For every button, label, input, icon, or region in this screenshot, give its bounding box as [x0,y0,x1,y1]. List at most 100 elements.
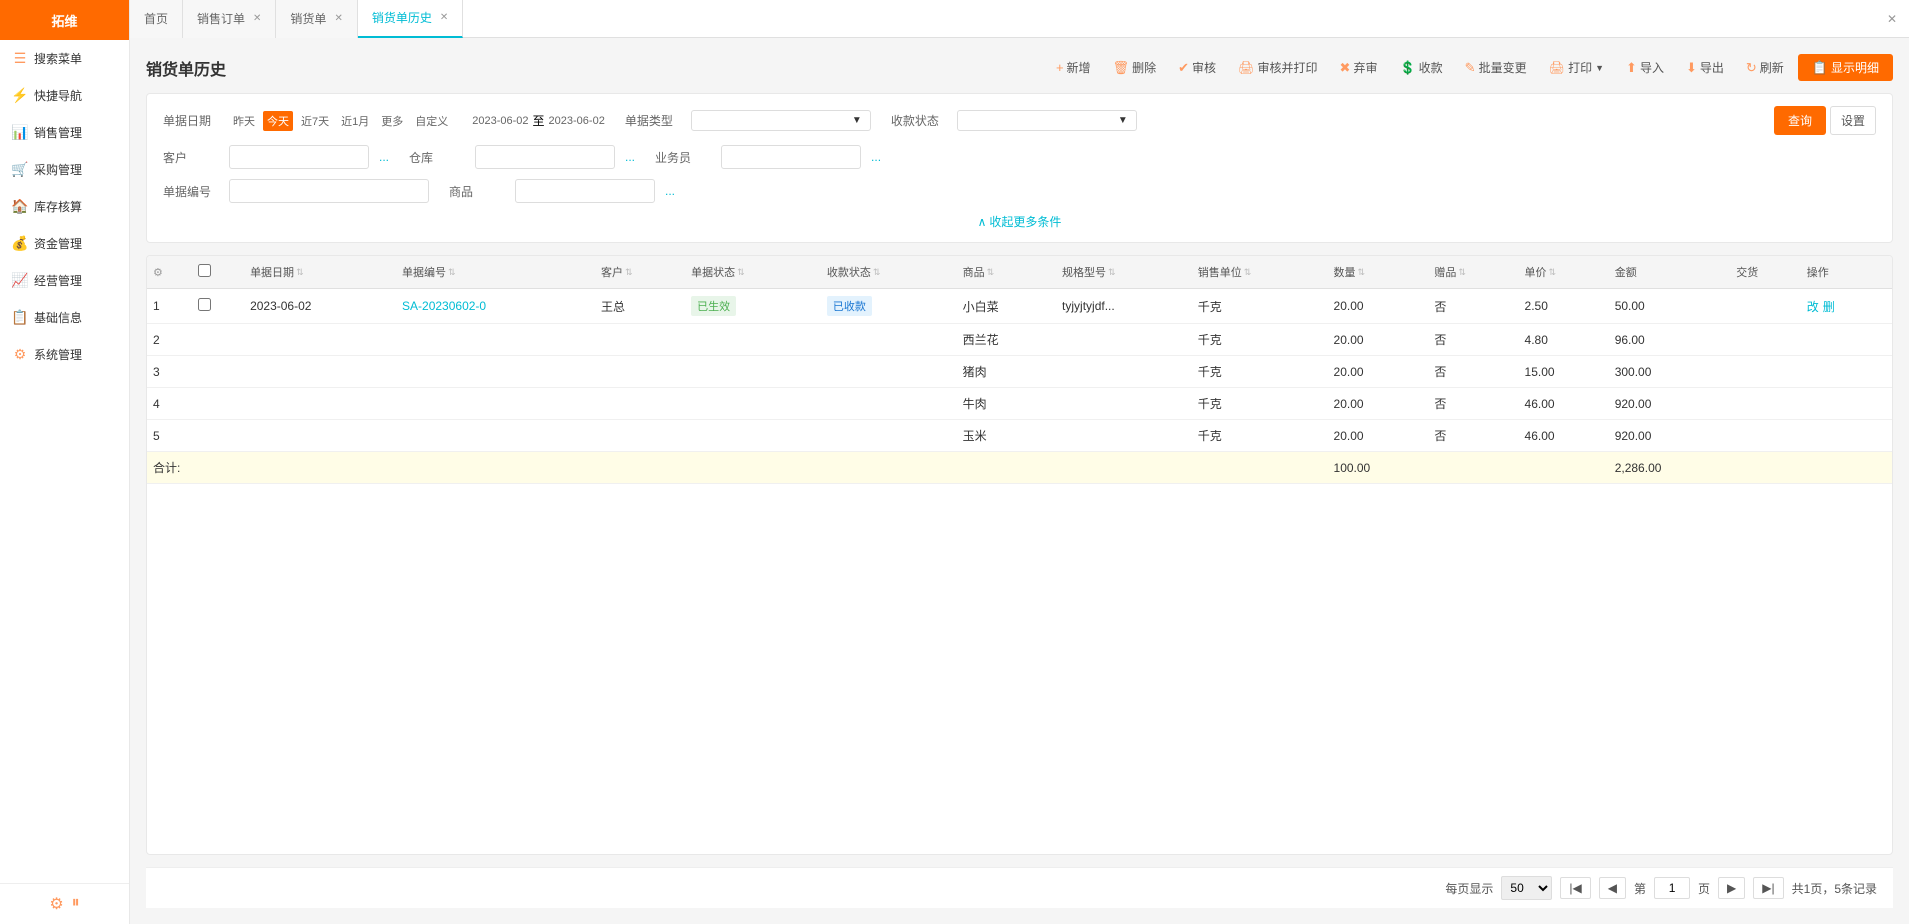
settings-col-icon[interactable]: ⚙ [153,267,163,279]
tab-sales-history[interactable]: 销货单历史 ✕ [358,0,463,38]
shortcut-today[interactable]: 今天 [263,111,293,131]
sidebar-item-ops-mgmt[interactable]: 📈 经营管理 [0,262,129,299]
settings-button[interactable]: 设置 [1830,106,1876,135]
per-page-select[interactable]: 10 50 100 [1501,876,1552,900]
sort-sales-unit[interactable]: 销售单位⇅ [1198,264,1252,280]
warehouse-input[interactable] [475,145,615,169]
sidebar-item-basic-info[interactable]: 📋 基础信息 [0,299,129,336]
page-number-input[interactable] [1654,877,1690,899]
cell-amount-2: 300.00 [1609,356,1731,388]
customer-dots[interactable]: ... [379,150,389,164]
tab-sales-goods[interactable]: 销货单 ✕ [276,0,357,38]
doc-no-input[interactable] [229,179,429,203]
tab-sales-order-close[interactable]: ✕ [253,13,261,24]
tab-sales-goods-close[interactable]: ✕ [334,13,342,24]
sidebar-item-sales-mgmt[interactable]: 📊 销售管理 [0,114,129,151]
salesman-dots[interactable]: ... [871,150,881,164]
tab-sales-order-label: 销售订单 [197,10,245,27]
page-title: 销货单历史 [146,56,226,80]
sidebar-item-purchase-mgmt[interactable]: 🛒 采购管理 [0,151,129,188]
shortcut-yesterday[interactable]: 昨天 [229,111,259,131]
cell-gift-4: 否 [1428,420,1518,452]
shortcut-more[interactable]: 更多 [377,111,407,131]
tab-home[interactable]: 首页 [130,0,183,38]
next-page-button[interactable]: ▶ [1718,877,1745,899]
refresh-button[interactable]: ↻ 刷新 [1738,55,1792,80]
collapse-filter-button[interactable]: ∧ 收起更多条件 [163,213,1876,230]
doc-type-select[interactable]: ▼ [691,110,871,131]
footer-total-label: 合计: [147,452,244,484]
sort-goods[interactable]: 商品⇅ [963,264,995,280]
collect-button[interactable]: 💲 收款 [1391,55,1450,80]
filter-section: 单据日期 昨天 今天 近7天 近1月 更多 自定义 2023-06-02 [146,93,1893,243]
sidebar-item-quick-nav[interactable]: ⚡ 快捷导航 [0,77,129,114]
goods-dots[interactable]: ... [665,184,675,198]
sidebar-settings-icon[interactable]: ⚙ [49,894,63,914]
sidebar-pause-icon[interactable]: ⏸ [72,894,80,914]
export-button[interactable]: ⬇ 导出 [1678,55,1732,80]
query-button[interactable]: 查询 [1774,106,1826,135]
cell-checkbox-4[interactable] [192,420,244,452]
refresh-label: 刷新 [1760,59,1784,76]
sort-unit-price[interactable]: 单价⇅ [1525,264,1557,280]
delete-op-btn[interactable]: 删 [1823,300,1835,314]
select-all-checkbox[interactable] [198,264,211,277]
shortcut-7days[interactable]: 近7天 [297,111,333,131]
cell-checkbox-0[interactable] [192,289,244,324]
salesman-input[interactable] [721,145,861,169]
tab-bar: 首页 销售订单 ✕ 销货单 ✕ 销货单历史 ✕ ✕ [130,0,1909,38]
show-detail-button[interactable]: 📋 显示明细 [1798,54,1893,81]
sidebar-item-finance-mgmt[interactable]: 💰 资金管理 [0,225,129,262]
first-page-button[interactable]: |◀ [1560,877,1590,899]
doc-no-link[interactable]: SA-20230602-0 [402,299,486,313]
cell-checkbox-1[interactable] [192,324,244,356]
table-footer-row: 合计: 100.00 2,286.00 [147,452,1892,484]
collect-status-dropdown-icon: ▼ [1118,115,1128,126]
row-checkbox[interactable] [198,298,211,311]
warehouse-dots[interactable]: ... [625,150,635,164]
tab-sales-order[interactable]: 销售订单 ✕ [183,0,276,38]
sidebar-item-search-menu[interactable]: ☰ 搜索菜单 [0,40,129,77]
cell-goods-3: 牛肉 [957,388,1056,420]
cell-checkbox-2[interactable] [192,356,244,388]
cell-checkbox-3[interactable] [192,388,244,420]
cell-action-2 [1801,356,1892,388]
delete-icon: 🗑 [1113,60,1130,76]
sort-doc-no[interactable]: 单据编号⇅ [402,264,456,280]
th-settings[interactable]: ⚙ [147,256,192,289]
sort-doc-date[interactable]: 单据日期⇅ [250,264,304,280]
audit-print-button[interactable]: 🖨 审核并打印 [1230,55,1326,80]
import-button[interactable]: ⬆ 导入 [1618,55,1672,80]
sort-collect-status[interactable]: 收款状态⇅ [827,264,881,280]
sort-doc-status[interactable]: 单据状态⇅ [691,264,745,280]
cell-amount-4: 920.00 [1609,420,1731,452]
collect-label: 收款 [1419,59,1443,76]
collect-status-select[interactable]: ▼ [957,110,1137,131]
sort-spec-type[interactable]: 规格型号⇅ [1062,264,1116,280]
delete-button[interactable]: 🗑 删除 [1105,55,1165,80]
sort-gift[interactable]: 赠品⇅ [1434,264,1466,280]
print-button[interactable]: 🖨 打印 ▼ [1541,55,1612,80]
edit-op-btn[interactable]: 改 [1807,300,1819,314]
customer-input[interactable] [229,145,369,169]
prev-page-button[interactable]: ◀ [1599,877,1626,899]
cell-customer-2 [595,356,685,388]
abandon-button[interactable]: ✖ 弃审 [1332,55,1386,80]
close-all-tabs[interactable]: ✕ [1875,12,1909,26]
cell-transaction-4 [1730,420,1800,452]
audit-button[interactable]: ✔ 审核 [1170,55,1224,80]
tab-sales-history-close[interactable]: ✕ [440,12,448,23]
sort-qty[interactable]: 数量⇅ [1334,264,1366,280]
batch-change-button[interactable]: ✎ 批量变更 [1457,55,1535,80]
sidebar-item-inventory[interactable]: 🏠 库存核算 [0,188,129,225]
sidebar-item-sys-mgmt[interactable]: ⚙ 系统管理 [0,336,129,373]
cell-doc-no-0[interactable]: SA-20230602-0 [396,289,595,324]
cell-rownum-0: 1 [147,289,192,324]
shortcut-custom[interactable]: 自定义 [411,111,452,131]
goods-input[interactable] [515,179,655,203]
add-button[interactable]: + 新增 [1048,55,1099,80]
last-page-button[interactable]: ▶| [1753,877,1783,899]
th-checkbox[interactable] [192,256,244,289]
shortcut-1month[interactable]: 近1月 [337,111,373,131]
sort-customer[interactable]: 客户⇅ [601,264,633,280]
